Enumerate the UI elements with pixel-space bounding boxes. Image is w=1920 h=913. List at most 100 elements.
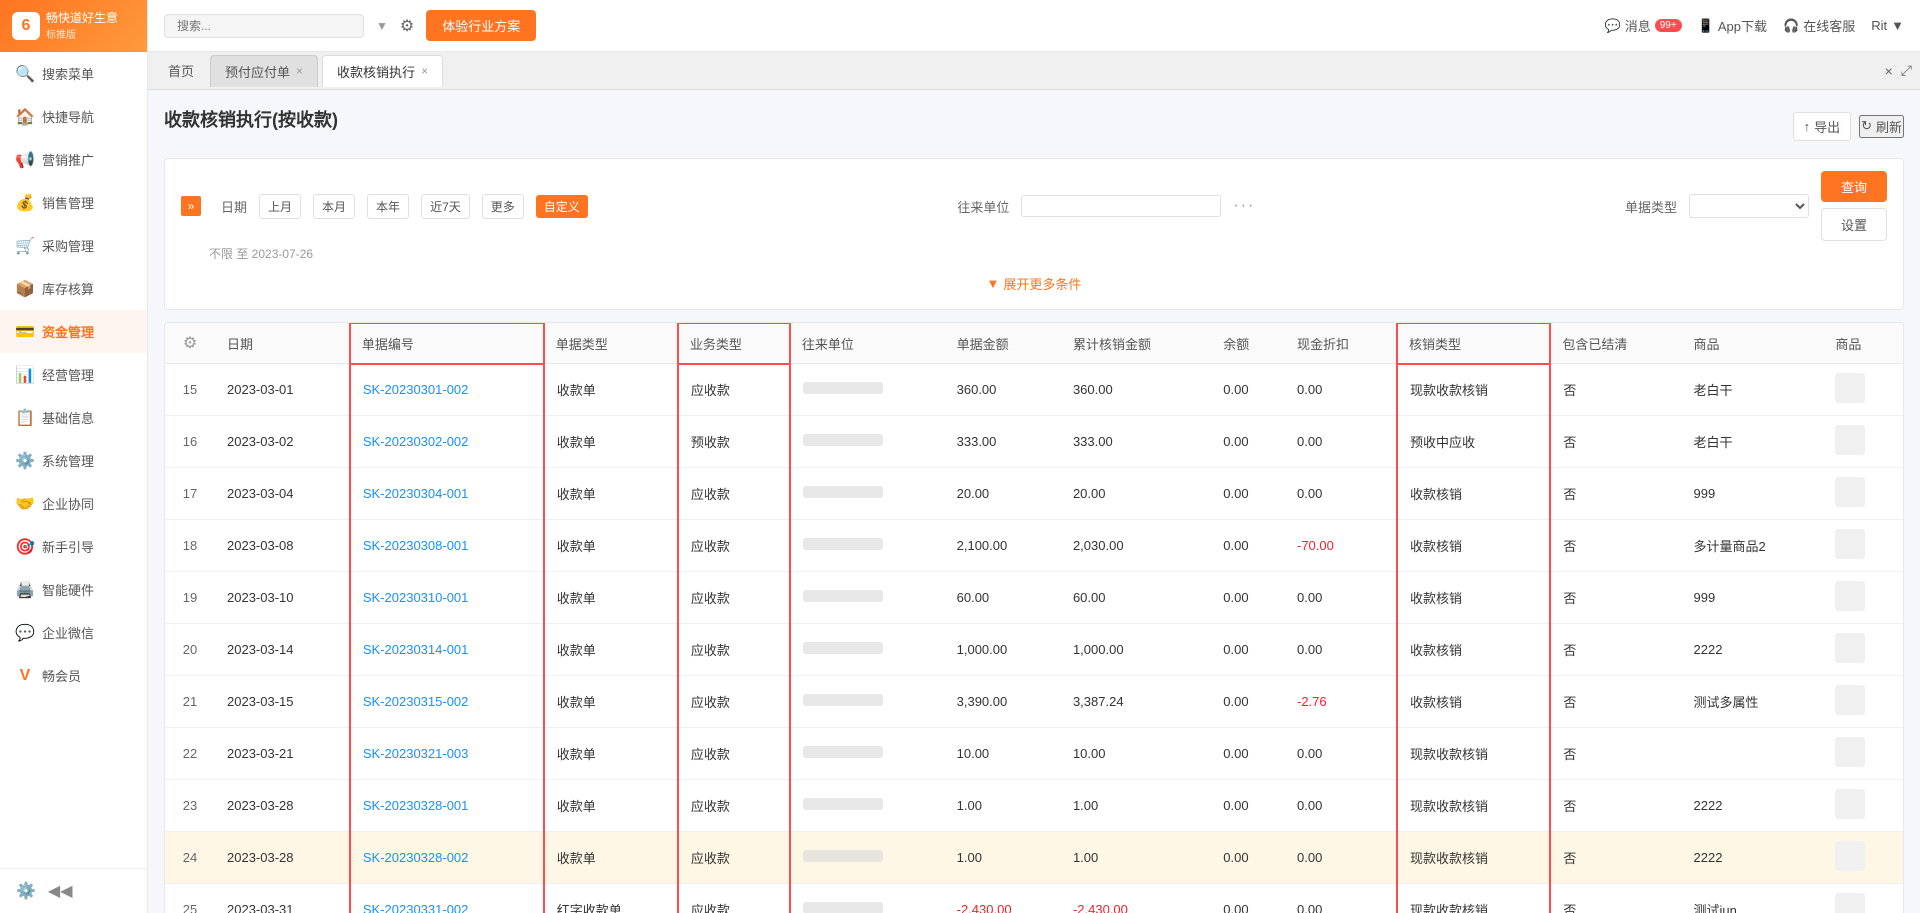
data-table-wrapper: ⚙ 日期 单据编号 单据类型 业务类型 往来单位 单据金额 累计核销金额 <box>164 322 1904 913</box>
sidebar-item-purchase[interactable]: 🛒 采购管理 <box>0 224 147 267</box>
sidebar-item-management[interactable]: 📊 经营管理 <box>0 353 147 396</box>
tab-home[interactable]: 首页 <box>156 55 206 86</box>
filter-last-month[interactable]: 上月 <box>259 194 301 219</box>
table-row: 162023-03-02SK-20230302-002收款单预收款333.003… <box>165 416 1903 468</box>
data-table: ⚙ 日期 单据编号 单据类型 业务类型 往来单位 单据金额 累计核销金额 <box>165 323 1903 913</box>
bill-no-link[interactable]: SK-20230331-002 <box>363 902 469 913</box>
online-service-button[interactable]: 🎧 在线客服 <box>1783 16 1855 35</box>
sidebar-item-nav[interactable]: 🏠 快捷导航 <box>0 95 147 138</box>
filter-expand-arrow[interactable]: » <box>181 196 201 216</box>
management-icon: 📊 <box>16 366 34 384</box>
expand-conditions-button[interactable]: ▼ 展开更多条件 <box>987 270 1082 297</box>
th-goods[interactable]: 商品 <box>1682 323 1824 364</box>
collapse-icon[interactable]: ◀◀ <box>48 881 73 901</box>
info-icon: 📋 <box>16 409 34 427</box>
bill-no-link[interactable]: SK-20230308-001 <box>363 538 469 553</box>
page-title-row: 收款核销执行(按收款) ↑ 导出 ↻ 刷新 <box>164 106 1904 146</box>
filter-this-month[interactable]: 本月 <box>313 194 355 219</box>
expand-icon: ▼ <box>987 276 1000 291</box>
topbar-search-input[interactable] <box>164 14 364 38</box>
sidebar-item-wechat[interactable]: 💬 企业微信 <box>0 611 147 654</box>
th-verified[interactable]: 累计核销金额 <box>1061 323 1211 364</box>
partner-input[interactable] <box>1021 195 1221 217</box>
sidebar-menu: 🔍 搜索菜单 🏠 快捷导航 📢 营销推广 💰 销售管理 🛒 采购管理 📦 库存核… <box>0 52 147 868</box>
app-download-button[interactable]: 📱 App下载 <box>1698 16 1767 35</box>
sidebar-item-search[interactable]: 🔍 搜索菜单 <box>0 52 147 95</box>
table-settings-icon[interactable]: ⚙ <box>183 335 197 352</box>
th-amount[interactable]: 单据金额 <box>945 323 1061 364</box>
th-goods2[interactable]: 商品 <box>1823 323 1903 364</box>
th-partner[interactable]: 往来单位 <box>790 323 945 364</box>
bill-no-link[interactable]: SK-20230328-002 <box>363 850 469 865</box>
sidebar-item-collab[interactable]: 🤝 企业协同 <box>0 482 147 525</box>
bill-no-link[interactable]: SK-20230314-001 <box>363 642 469 657</box>
bill-no-link[interactable]: SK-20230310-001 <box>363 590 469 605</box>
bill-no-link[interactable]: SK-20230328-001 <box>363 798 469 813</box>
table-row: 212023-03-15SK-20230315-002收款单应收款3,390.0… <box>165 676 1903 728</box>
logo-text: 畅快道好生意 标推版 <box>46 11 118 42</box>
th-include-settled[interactable]: 包含已结清 <box>1550 323 1681 364</box>
settings-icon[interactable]: ⚙️ <box>16 881 36 901</box>
th-bill-type[interactable]: 单据类型 <box>544 323 678 364</box>
sidebar-item-sales[interactable]: 💰 销售管理 <box>0 181 147 224</box>
th-bill-no[interactable]: 单据编号 <box>350 323 544 364</box>
th-biz-type[interactable]: 业务类型 <box>678 323 790 364</box>
bill-no-link[interactable]: SK-20230315-002 <box>363 694 469 709</box>
filter-last7[interactable]: 近7天 <box>421 194 470 219</box>
filter-this-year[interactable]: 本年 <box>367 194 409 219</box>
logo-icon: 6 <box>12 12 40 40</box>
sidebar-item-marketing[interactable]: 📢 营销推广 <box>0 138 147 181</box>
service-icon: 🎧 <box>1783 18 1799 34</box>
message-icon: 💬 <box>1605 18 1621 34</box>
filter-row-1: » 日期 上月 本月 本年 近7天 更多 自定义 往来单位 ··· 单据类型 收… <box>181 171 1887 241</box>
th-balance[interactable]: 余额 <box>1211 323 1285 364</box>
sidebar-bottom: ⚙️ ◀◀ <box>0 868 147 913</box>
tab-verify[interactable]: 收款核销执行 × <box>322 55 443 87</box>
tab-verify-close-icon[interactable]: × <box>421 64 428 78</box>
user-menu[interactable]: Rit ▼ <box>1871 18 1904 33</box>
bill-no-link[interactable]: SK-20230304-001 <box>363 486 469 501</box>
query-button[interactable]: 查询 <box>1821 171 1887 202</box>
sidebar-item-inventory[interactable]: 📦 库存核算 <box>0 267 147 310</box>
table-header-row: ⚙ 日期 单据编号 单据类型 业务类型 往来单位 单据金额 累计核销金额 <box>165 323 1903 364</box>
table-row: 232023-03-28SK-20230328-001收款单应收款1.001.0… <box>165 780 1903 832</box>
th-verify-type[interactable]: 核销类型 <box>1397 323 1550 364</box>
inventory-icon: 📦 <box>16 280 34 298</box>
guide-icon: 🎯 <box>16 538 34 556</box>
table-row: 172023-03-04SK-20230304-001收款单应收款20.0020… <box>165 468 1903 520</box>
bill-no-link[interactable]: SK-20230301-002 <box>363 382 469 397</box>
hardware-icon: 🖨️ <box>16 581 34 599</box>
filter-more[interactable]: 更多 <box>482 194 524 219</box>
sidebar-item-finance[interactable]: 💳 资金管理 <box>0 310 147 353</box>
sidebar-item-hardware[interactable]: 🖨️ 智能硬件 <box>0 568 147 611</box>
close-tab-icon[interactable]: × <box>1885 62 1893 79</box>
industry-solution-button[interactable]: 体验行业方案 <box>426 10 536 41</box>
filter-dots: ··· <box>1233 197 1255 215</box>
sidebar-item-member[interactable]: V 畅会员 <box>0 654 147 697</box>
settings-button[interactable]: 设置 <box>1821 208 1887 241</box>
expand-tab-icon[interactable]: ⤢ <box>1901 62 1912 79</box>
sidebar-item-system[interactable]: ⚙️ 系统管理 <box>0 439 147 482</box>
bill-no-link[interactable]: SK-20230302-002 <box>363 434 469 449</box>
wechat-icon: 💬 <box>16 624 34 642</box>
bill-no-link[interactable]: SK-20230321-003 <box>363 746 469 761</box>
message-button[interactable]: 💬 消息 99+ <box>1605 16 1682 35</box>
tab-prepay[interactable]: 预付应付单 × <box>210 55 318 87</box>
tab-prepay-close-icon[interactable]: × <box>296 64 303 78</box>
th-discount[interactable]: 现金折扣 <box>1285 323 1397 364</box>
filter-custom-button[interactable]: 自定义 <box>536 195 588 218</box>
bill-type-select[interactable]: 收款单 红字收款单 <box>1689 194 1809 218</box>
home-icon: 🏠 <box>16 108 34 126</box>
sidebar-item-guide[interactable]: 🎯 新手引导 <box>0 525 147 568</box>
topbar: ▼ ⚙ 体验行业方案 💬 消息 99+ 📱 App下载 🎧 在线客服 Rit ▼ <box>148 0 1920 52</box>
th-seq: ⚙ <box>165 323 215 364</box>
topbar-chevron-icon[interactable]: ▼ <box>376 19 388 33</box>
user-chevron-icon: ▼ <box>1891 18 1904 33</box>
topbar-gear-icon[interactable]: ⚙ <box>400 16 414 36</box>
sales-icon: 💰 <box>16 194 34 212</box>
th-date[interactable]: 日期 <box>215 323 350 364</box>
sidebar-item-info[interactable]: 📋 基础信息 <box>0 396 147 439</box>
collab-icon: 🤝 <box>16 495 34 513</box>
refresh-button[interactable]: ↻ 刷新 <box>1859 115 1904 138</box>
export-button[interactable]: ↑ 导出 <box>1793 112 1852 141</box>
